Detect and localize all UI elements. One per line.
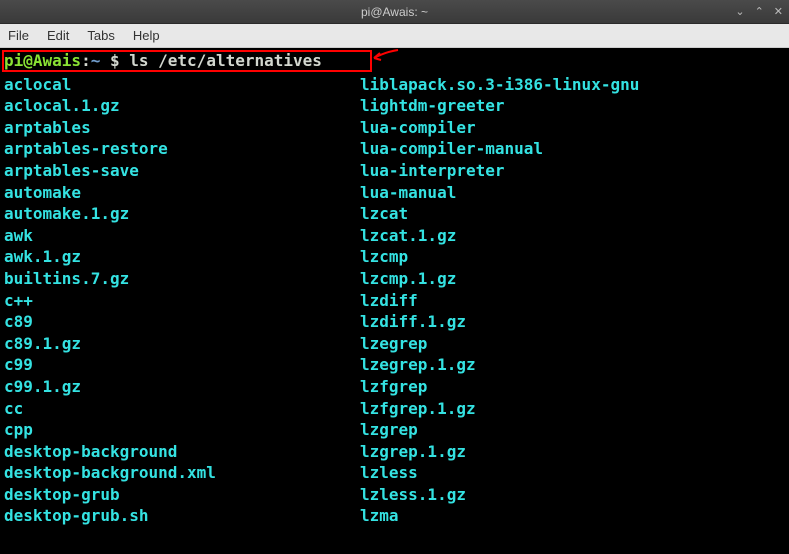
maximize-icon[interactable]: ⌃	[755, 5, 764, 18]
prompt-dollar: $	[100, 51, 129, 70]
file-entry: lua-compiler-manual	[360, 138, 785, 160]
file-entry: cc	[4, 398, 360, 420]
prompt-path: ~	[91, 51, 101, 70]
file-entry: arptables-restore	[4, 138, 360, 160]
menu-tabs[interactable]: Tabs	[87, 28, 114, 43]
file-entry: lzegrep	[360, 333, 785, 355]
file-entry: c++	[4, 290, 360, 312]
window-titlebar: pi@Awais: ~ ⌄ ⌃ ✕	[0, 0, 789, 24]
file-entry: automake.1.gz	[4, 203, 360, 225]
file-entry: arptables-save	[4, 160, 360, 182]
prompt-line: pi@Awais:~ $ ls /etc/alternatives	[4, 50, 322, 72]
file-entry: lzcmp.1.gz	[360, 268, 785, 290]
file-entry: desktop-grub.sh	[4, 505, 360, 527]
file-entry: c89.1.gz	[4, 333, 360, 355]
file-entry: lzcat.1.gz	[360, 225, 785, 247]
file-entry: lzless	[360, 462, 785, 484]
file-entry: c99	[4, 354, 360, 376]
prompt-user-host: pi@Awais	[4, 51, 81, 70]
file-entry: lzcat	[360, 203, 785, 225]
file-entry: c89	[4, 311, 360, 333]
file-entry: desktop-background	[4, 441, 360, 463]
file-entry: lzma	[360, 505, 785, 527]
file-entry: aclocal.1.gz	[4, 95, 360, 117]
file-entry: lua-compiler	[360, 117, 785, 139]
file-entry: builtins.7.gz	[4, 268, 360, 290]
menu-help[interactable]: Help	[133, 28, 160, 43]
file-entry: lightdm-greeter	[360, 95, 785, 117]
close-icon[interactable]: ✕	[774, 5, 783, 18]
window-title: pi@Awais: ~	[361, 5, 428, 19]
file-entry: c99.1.gz	[4, 376, 360, 398]
prompt-colon: :	[81, 51, 91, 70]
file-entry: lzdiff.1.gz	[360, 311, 785, 333]
listing-column-1: aclocalaclocal.1.gzarptablesarptables-re…	[4, 74, 360, 527]
minimize-icon[interactable]: ⌄	[735, 5, 744, 18]
prompt-command: ls /etc/alternatives	[129, 51, 322, 70]
annotation-arrow-icon	[370, 48, 400, 68]
file-entry: awk	[4, 225, 360, 247]
menu-file[interactable]: File	[8, 28, 29, 43]
file-entry: cpp	[4, 419, 360, 441]
terminal-area[interactable]: pi@Awais:~ $ ls /etc/alternatives acloca…	[0, 48, 789, 554]
file-entry: arptables	[4, 117, 360, 139]
file-entry: lzfgrep	[360, 376, 785, 398]
file-entry: liblapack.so.3-i386-linux-gnu	[360, 74, 785, 96]
file-entry: lzegrep.1.gz	[360, 354, 785, 376]
file-entry: lzdiff	[360, 290, 785, 312]
file-entry: lzcmp	[360, 246, 785, 268]
file-entry: automake	[4, 182, 360, 204]
file-entry: lzfgrep.1.gz	[360, 398, 785, 420]
file-entry: lzgrep.1.gz	[360, 441, 785, 463]
file-listing: aclocalaclocal.1.gzarptablesarptables-re…	[4, 74, 785, 527]
file-entry: aclocal	[4, 74, 360, 96]
menubar: File Edit Tabs Help	[0, 24, 789, 48]
window-controls: ⌄ ⌃ ✕	[735, 5, 783, 18]
file-entry: lzless.1.gz	[360, 484, 785, 506]
file-entry: lua-manual	[360, 182, 785, 204]
file-entry: lzgrep	[360, 419, 785, 441]
file-entry: desktop-grub	[4, 484, 360, 506]
file-entry: lua-interpreter	[360, 160, 785, 182]
listing-column-2: liblapack.so.3-i386-linux-gnulightdm-gre…	[360, 74, 785, 527]
file-entry: desktop-background.xml	[4, 462, 360, 484]
menu-edit[interactable]: Edit	[47, 28, 69, 43]
file-entry: awk.1.gz	[4, 246, 360, 268]
